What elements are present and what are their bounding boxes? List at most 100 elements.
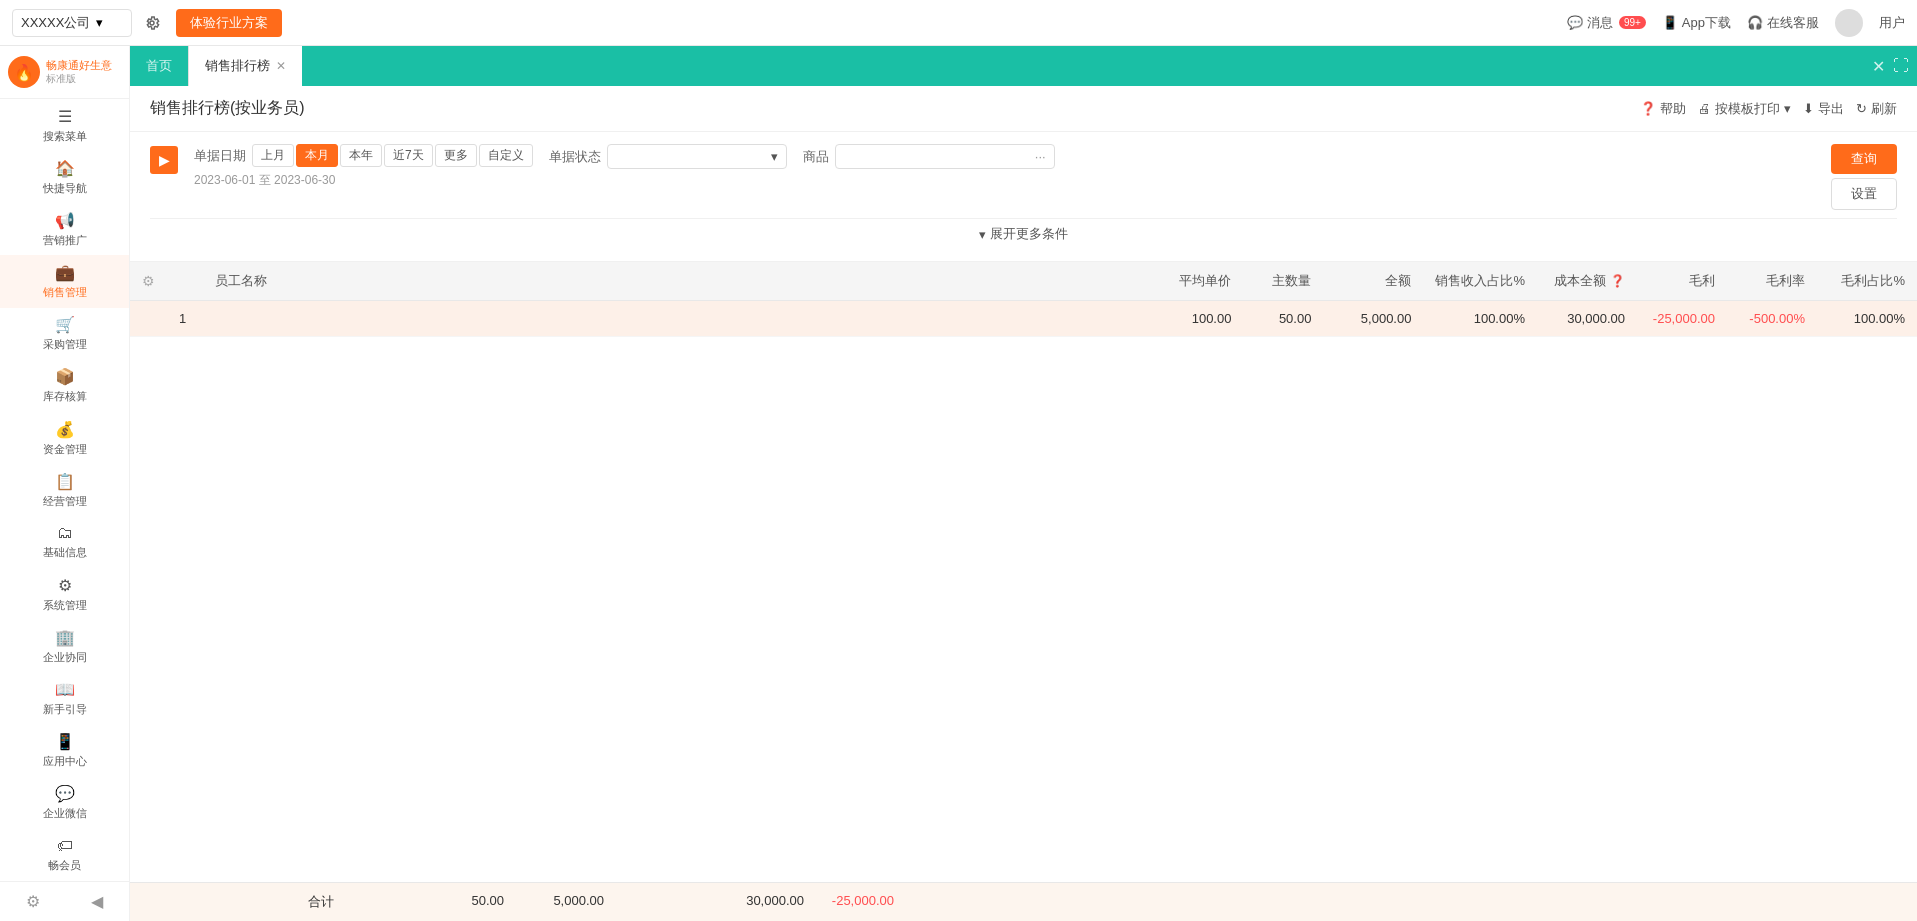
refresh-button[interactable]: ↻ 刷新 [1856,100,1897,118]
table-container: ⚙ 员工名称 平均单价 主数量 全额 销售收入占比% 成本全额 ❓ [130,262,1917,882]
tab-bar: 首页 销售排行榜 ✕ ✕ ⛶ [130,46,1917,86]
sidebar-item-wechat[interactable]: 💬 企业微信 [0,777,129,829]
row-num: 1 [167,301,203,337]
sidebar-item-label: 企业微信 [43,806,87,821]
tab-sales-rank[interactable]: 销售排行榜 ✕ [188,46,302,86]
help-button[interactable]: ❓ 帮助 [1640,100,1686,118]
company-selector[interactable]: XXXXX公司 ▾ [12,9,132,37]
footer-num-cell [178,893,214,911]
row-gross-pct: 100.00% [1817,301,1917,337]
chevron-down-icon: ▾ [979,227,986,242]
col-name: 员工名称 [203,262,1153,301]
operations-icon: 📋 [55,472,75,491]
sidebar-bottom: ⚙ ◀ [0,881,129,921]
message-icon: 💬 [1567,15,1583,30]
custom-btn[interactable]: 自定义 [479,144,533,167]
sidebar-item-finance[interactable]: 💰 资金管理 [0,412,129,464]
online-service-label: 在线客服 [1767,14,1819,32]
sales-icon: 💼 [55,263,75,282]
tab-home[interactable]: 首页 [130,46,188,86]
print-label: 按模板打印 [1715,100,1780,118]
sidebar-item-inventory[interactable]: 📦 库存核算 [0,360,129,412]
guide-icon: 📖 [55,680,75,699]
sidebar-item-sales[interactable]: 💼 销售管理 [0,255,129,307]
avatar[interactable] [1835,9,1863,37]
sidebar-item-label: 搜索菜单 [43,129,87,144]
row-cost: 30,000.00 [1537,301,1637,337]
message-badge: 99+ [1619,16,1646,29]
col-cost: 成本全额 ❓ [1537,262,1637,301]
row-amount: 5,000.00 [1323,301,1423,337]
prev-month-btn[interactable]: 上月 [252,144,294,167]
member-icon: 🏷 [57,837,73,855]
export-button[interactable]: ⬇ 导出 [1803,100,1844,118]
expand-more-row[interactable]: ▾ 展开更多条件 [150,218,1897,249]
sidebar-item-label: 应用中心 [43,754,87,769]
sidebar-item-label: 系统管理 [43,598,87,613]
goods-label: 商品 [803,148,829,166]
date-label: 单据日期 [194,147,246,165]
query-button[interactable]: 查询 [1831,144,1897,174]
basic-info-icon: 🗂 [57,524,73,542]
help-label: 帮助 [1660,100,1686,118]
filter-actions: 查询 设置 [1831,144,1897,210]
avatar-name: 用户 [1879,14,1905,32]
main-layout: 🔥 畅康通好生意 标准版 ☰ 搜索菜单 🏠 快捷导航 📢 营销推广 💼 销售管理… [0,46,1917,921]
sidebar-item-quick-nav[interactable]: 🏠 快捷导航 [0,151,129,203]
filter-row-top: ▶ 单据日期 上月 本月 本年 近7天 更多 自定义 [150,144,1897,210]
sidebar-item-marketing[interactable]: 📢 营销推广 [0,203,129,255]
7days-btn[interactable]: 近7天 [384,144,433,167]
sidebar-item-purchase[interactable]: 🛒 采购管理 [0,308,129,360]
app-download-button[interactable]: 📱 App下载 [1662,14,1731,32]
logo-icon: 🔥 [8,56,40,88]
message-button[interactable]: 💬 消息 99+ [1567,14,1646,32]
expand-label: 展开更多条件 [990,225,1068,243]
enterprise-icon: 🏢 [55,628,75,647]
filter-area: ▶ 单据日期 上月 本月 本年 近7天 更多 自定义 [130,132,1917,262]
company-name: XXXXX公司 [21,14,90,32]
year-btn[interactable]: 本年 [340,144,382,167]
tab-restore-icon[interactable]: ⛶ [1893,57,1909,75]
footer-qty: 50.00 [424,893,504,911]
col-settings-icon[interactable]: ⚙ [142,273,155,289]
date-filter-row: 单据日期 上月 本月 本年 近7天 更多 自定义 [194,144,533,167]
message-label: 消息 [1587,14,1613,32]
logo-text-group: 畅康通好生意 标准版 [46,58,112,86]
footer-label: 合计 [214,893,334,911]
gear-button[interactable] [138,9,166,37]
page-inner: 销售排行榜(按业务员) ❓ 帮助 🖨 按模板打印 ▾ ⬇ 导出 [130,86,1917,921]
sidebar-item-basic-info[interactable]: 🗂 基础信息 [0,516,129,568]
marketing-icon: 📢 [55,211,75,230]
sidebar-collapse-icon[interactable]: ◀ [91,892,103,911]
export-icon: ⬇ [1803,101,1814,116]
status-select[interactable]: ▾ [607,144,787,169]
sidebar-item-label: 基础信息 [43,545,87,560]
footer-cost: 30,000.00 [704,893,804,911]
system-icon: ⚙ [58,576,72,595]
cost-label: 成本全额 [1554,273,1606,288]
sidebar-item-guide[interactable]: 📖 新手引导 [0,673,129,725]
print-button[interactable]: 🖨 按模板打印 ▾ [1698,100,1791,118]
tab-close-all-icon[interactable]: ✕ [1872,57,1885,76]
more-btn[interactable]: 更多 [435,144,477,167]
settings-button[interactable]: 设置 [1831,178,1897,210]
goods-input[interactable]: ··· [835,144,1055,169]
trial-button[interactable]: 体验行业方案 [176,9,282,37]
cost-help-icon[interactable]: ❓ [1610,274,1625,288]
sidebar-item-app-center[interactable]: 📱 应用中心 [0,725,129,777]
cur-month-btn[interactable]: 本月 [296,144,338,167]
online-service-button[interactable]: 🎧 在线客服 [1747,14,1819,32]
sidebar-item-label: 经营管理 [43,494,87,509]
sidebar-item-label: 库存核算 [43,389,87,404]
col-settings[interactable]: ⚙ [130,262,167,301]
sidebar-item-label: 畅会员 [48,858,81,873]
sidebar-item-operations[interactable]: 📋 经营管理 [0,464,129,516]
sidebar-settings-icon[interactable]: ⚙ [26,892,40,911]
sidebar-item-member[interactable]: 🏷 畅会员 [0,829,129,881]
filter-toggle-icon[interactable]: ▶ [150,146,178,174]
sidebar-item-system[interactable]: ⚙ 系统管理 [0,568,129,620]
sidebar-item-enterprise[interactable]: 🏢 企业协同 [0,620,129,672]
footer-cells: 合计 50.00 5,000.00 30,000.00 -25,000.00 [142,893,1905,911]
sidebar-item-search-order[interactable]: ☰ 搜索菜单 [0,99,129,151]
tab-close-icon[interactable]: ✕ [276,59,286,73]
